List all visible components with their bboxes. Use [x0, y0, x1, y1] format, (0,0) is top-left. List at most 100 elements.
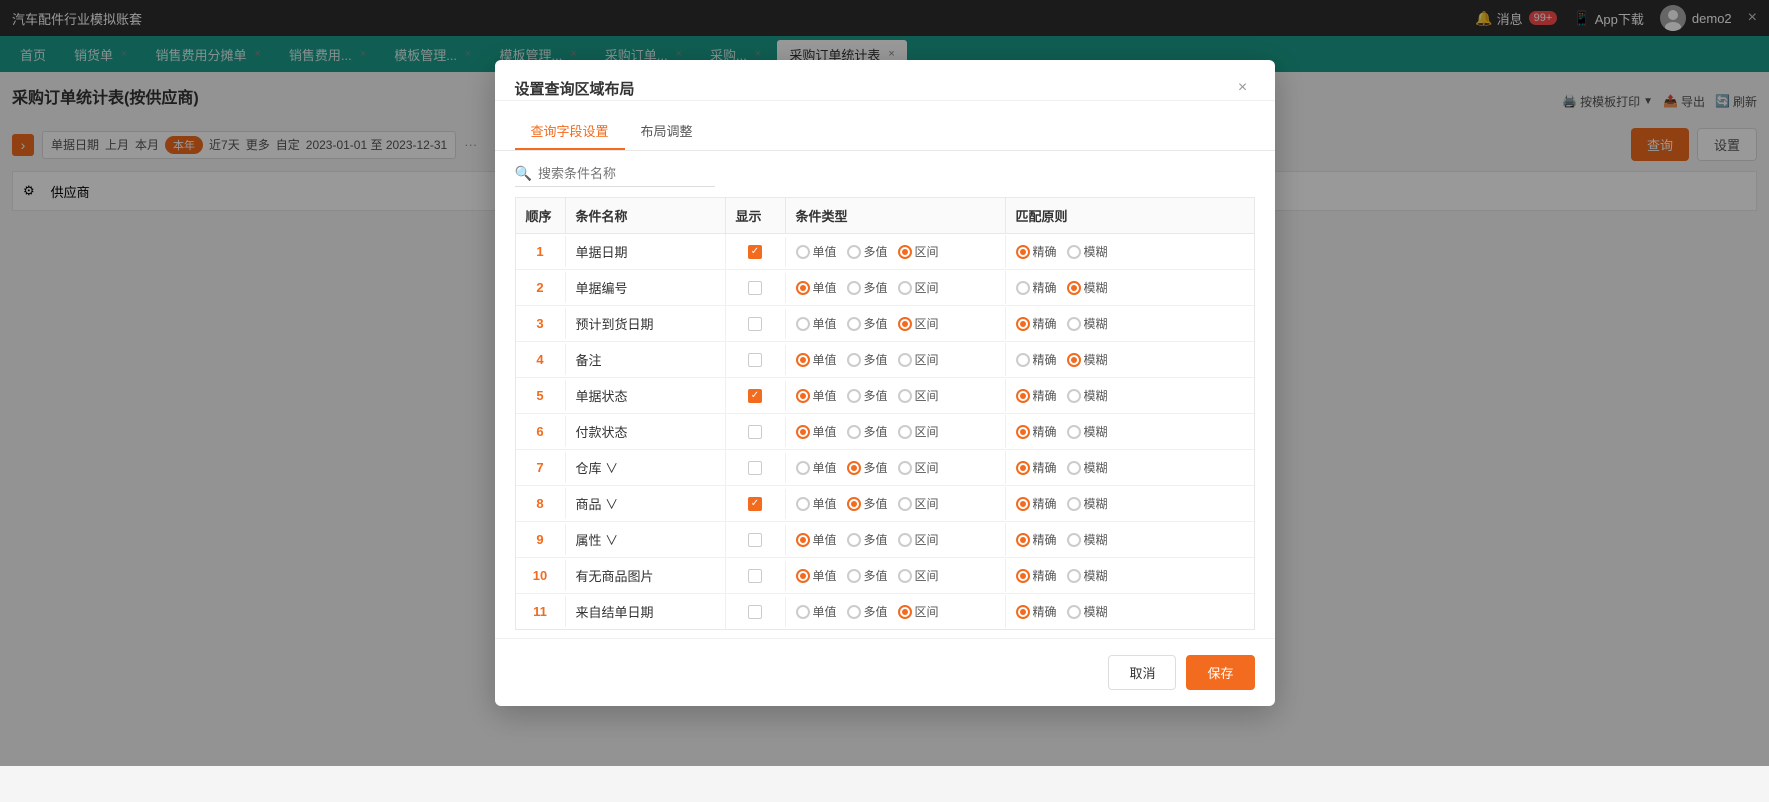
checkbox-display-6[interactable]: [748, 461, 762, 475]
radio-type-单值-6[interactable]: 单值: [796, 459, 837, 476]
radio-match-模糊-3[interactable]: 模糊: [1067, 351, 1108, 368]
radio-match-精确-10[interactable]: 精确: [1016, 603, 1057, 620]
cell-name-9: 有无商品图片: [566, 558, 726, 593]
save-button[interactable]: 保存: [1186, 655, 1254, 690]
cell-display-7[interactable]: ✓: [726, 489, 786, 519]
dialog-close-button[interactable]: ×: [1231, 76, 1255, 100]
cell-name-1: 单据编号: [566, 270, 726, 305]
radio-circle-1: [847, 281, 861, 295]
radio-match-精确-0[interactable]: 精确: [1016, 243, 1057, 260]
radio-match-精确-7[interactable]: 精确: [1016, 495, 1057, 512]
radio-type-区间-9[interactable]: 区间: [898, 567, 939, 584]
radio-type-区间-7[interactable]: 区间: [898, 495, 939, 512]
cell-display-1[interactable]: [726, 273, 786, 303]
radio-type-区间-1[interactable]: 区间: [898, 279, 939, 296]
radio-match-模糊-7[interactable]: 模糊: [1067, 495, 1108, 512]
radio-type-单值-7[interactable]: 单值: [796, 495, 837, 512]
cell-match-5: 精确模糊: [1006, 415, 1206, 448]
checkbox-display-4[interactable]: ✓: [748, 389, 762, 403]
checkbox-display-1[interactable]: [748, 281, 762, 295]
radio-match-精确-2[interactable]: 精确: [1016, 315, 1057, 332]
checkbox-display-9[interactable]: [748, 569, 762, 583]
cell-display-9[interactable]: [726, 561, 786, 591]
tab-query-fields[interactable]: 查询字段设置: [515, 113, 625, 150]
radio-match-精确-5[interactable]: 精确: [1016, 423, 1057, 440]
tab-layout-adjust[interactable]: 布局调整: [625, 113, 709, 150]
radio-match-模糊-9[interactable]: 模糊: [1067, 567, 1108, 584]
radio-type-多值-0[interactable]: 多值: [847, 243, 888, 260]
radio-type-单值-9[interactable]: 单值: [796, 567, 837, 584]
cell-match-6: 精确模糊: [1006, 451, 1206, 484]
radio-type-多值-5[interactable]: 多值: [847, 423, 888, 440]
radio-type-区间-3[interactable]: 区间: [898, 351, 939, 368]
radio-circle-10: [847, 605, 861, 619]
radio-type-多值-1[interactable]: 多值: [847, 279, 888, 296]
cell-display-5[interactable]: [726, 417, 786, 447]
radio-match-精确-8[interactable]: 精确: [1016, 531, 1057, 548]
radio-match-模糊-0[interactable]: 模糊: [1067, 243, 1108, 260]
table-row: 11来自结单日期单值多值区间精确模糊: [516, 594, 1254, 629]
radio-type-区间-6[interactable]: 区间: [898, 459, 939, 476]
cell-display-3[interactable]: [726, 345, 786, 375]
radio-type-单值-4[interactable]: 单值: [796, 387, 837, 404]
radio-type-多值-9[interactable]: 多值: [847, 567, 888, 584]
cell-display-10[interactable]: [726, 597, 786, 627]
radio-match-模糊-4[interactable]: 模糊: [1067, 387, 1108, 404]
radio-type-单值-10[interactable]: 单值: [796, 603, 837, 620]
radio-type-单值-5[interactable]: 单值: [796, 423, 837, 440]
radio-match-精确-4[interactable]: 精确: [1016, 387, 1057, 404]
radio-type-区间-4[interactable]: 区间: [898, 387, 939, 404]
checkbox-display-10[interactable]: [748, 605, 762, 619]
cell-order-7: 8: [516, 488, 566, 519]
radio-match-circle-1: [1067, 281, 1081, 295]
radio-type-单值-1[interactable]: 单值: [796, 279, 837, 296]
checkbox-display-8[interactable]: [748, 533, 762, 547]
checkbox-display-2[interactable]: [748, 317, 762, 331]
radio-match-精确-1[interactable]: 精确: [1016, 279, 1057, 296]
radio-match-模糊-1[interactable]: 模糊: [1067, 279, 1108, 296]
radio-type-区间-2[interactable]: 区间: [898, 315, 939, 332]
cancel-button[interactable]: 取消: [1108, 655, 1176, 690]
radio-type-多值-6[interactable]: 多值: [847, 459, 888, 476]
radio-type-多值-4[interactable]: 多值: [847, 387, 888, 404]
radio-type-多值-2[interactable]: 多值: [847, 315, 888, 332]
col-order: 顺序: [516, 198, 566, 233]
radio-type-区间-0[interactable]: 区间: [898, 243, 939, 260]
settings-dialog: 设置查询区域布局 × 查询字段设置 布局调整 🔍 顺序 条件名称 显示 条件类型…: [495, 60, 1275, 706]
cell-type-0: 单值多值区间: [786, 235, 1006, 268]
radio-type-多值-8[interactable]: 多值: [847, 531, 888, 548]
radio-type-区间-10[interactable]: 区间: [898, 603, 939, 620]
radio-type-单值-0[interactable]: 单值: [796, 243, 837, 260]
cell-display-2[interactable]: [726, 309, 786, 339]
radio-match-模糊-8[interactable]: 模糊: [1067, 531, 1108, 548]
radio-match-精确-9[interactable]: 精确: [1016, 567, 1057, 584]
radio-match-模糊-2[interactable]: 模糊: [1067, 315, 1108, 332]
radio-match-模糊-6[interactable]: 模糊: [1067, 459, 1108, 476]
cell-name-5: 付款状态: [566, 414, 726, 449]
radio-type-单值-8[interactable]: 单值: [796, 531, 837, 548]
radio-circle-0: [847, 245, 861, 259]
checkbox-display-5[interactable]: [748, 425, 762, 439]
cell-display-6[interactable]: [726, 453, 786, 483]
cell-match-8: 精确模糊: [1006, 523, 1206, 556]
checkbox-display-7[interactable]: ✓: [748, 497, 762, 511]
cell-display-0[interactable]: ✓: [726, 237, 786, 267]
table-header-row: 顺序 条件名称 显示 条件类型 匹配原则: [515, 197, 1255, 233]
radio-type-多值-3[interactable]: 多值: [847, 351, 888, 368]
radio-match-精确-3[interactable]: 精确: [1016, 351, 1057, 368]
radio-type-单值-3[interactable]: 单值: [796, 351, 837, 368]
radio-type-多值-7[interactable]: 多值: [847, 495, 888, 512]
cell-display-8[interactable]: [726, 525, 786, 555]
cell-match-2: 精确模糊: [1006, 307, 1206, 340]
checkbox-display-3[interactable]: [748, 353, 762, 367]
radio-match-精确-6[interactable]: 精确: [1016, 459, 1057, 476]
radio-type-区间-5[interactable]: 区间: [898, 423, 939, 440]
radio-type-区间-8[interactable]: 区间: [898, 531, 939, 548]
cell-display-4[interactable]: ✓: [726, 381, 786, 411]
radio-type-多值-10[interactable]: 多值: [847, 603, 888, 620]
search-input[interactable]: [538, 166, 698, 181]
radio-match-模糊-10[interactable]: 模糊: [1067, 603, 1108, 620]
checkbox-display-0[interactable]: ✓: [748, 245, 762, 259]
radio-type-单值-2[interactable]: 单值: [796, 315, 837, 332]
radio-match-模糊-5[interactable]: 模糊: [1067, 423, 1108, 440]
